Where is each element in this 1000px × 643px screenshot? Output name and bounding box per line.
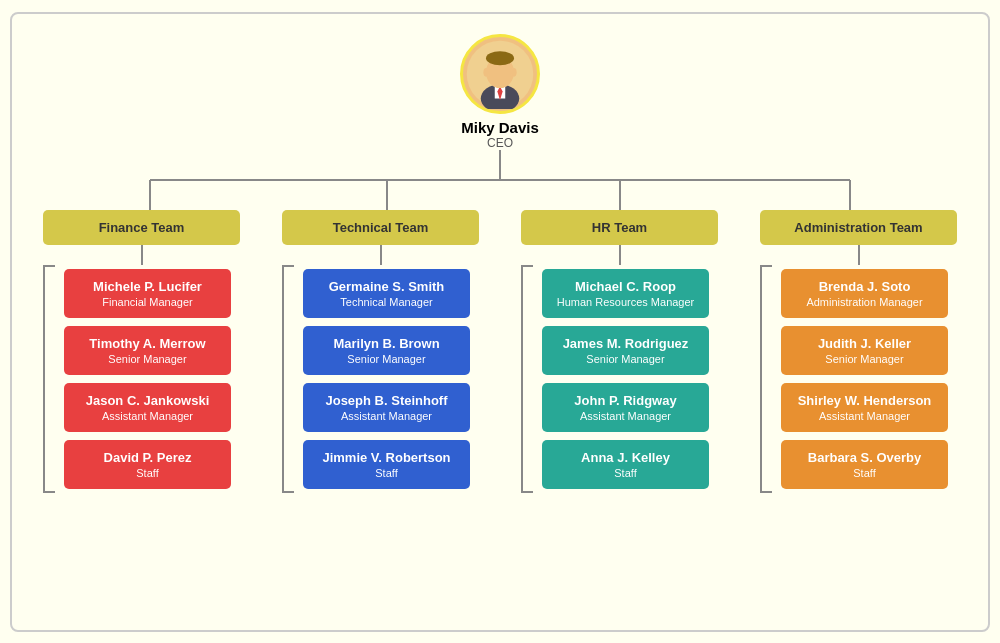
ceo-section: Miky Davis CEO: [460, 34, 540, 150]
teams-container: Finance Team Michele P. Lucifer Financia…: [22, 210, 978, 493]
team-administration: Administration Team Brenda J. Soto Admin…: [749, 210, 969, 493]
technical-member-4: Jimmie V. Robertson Staff: [303, 440, 470, 489]
admin-member-1: Brenda J. Soto Administration Manager: [781, 269, 948, 318]
admin-connector: [858, 245, 860, 265]
finance-member-2: Timothy A. Merrow Senior Manager: [64, 326, 231, 375]
hr-connector: [619, 245, 621, 265]
admin-member-3: Shirley W. Henderson Assistant Manager: [781, 383, 948, 432]
avatar: [460, 34, 540, 114]
hr-team-label: HR Team: [521, 210, 719, 245]
finance-team-label: Finance Team: [43, 210, 241, 245]
team-finance: Finance Team Michele P. Lucifer Financia…: [32, 210, 252, 493]
connector-svg: [30, 150, 970, 210]
ceo-title: CEO: [487, 136, 513, 150]
finance-member-4: David P. Perez Staff: [64, 440, 231, 489]
ceo-name: Miky Davis: [461, 119, 539, 136]
administration-team-label: Administration Team: [760, 210, 958, 245]
technical-member-1: Germaine S. Smith Technical Manager: [303, 269, 470, 318]
finance-member-1: Michele P. Lucifer Financial Manager: [64, 269, 231, 318]
hr-member-2: James M. Rodriguez Senior Manager: [542, 326, 709, 375]
svg-point-7: [483, 67, 488, 76]
finance-member-3: Jason C. Jankowski Assistant Manager: [64, 383, 231, 432]
hr-member-4: Anna J. Kelley Staff: [542, 440, 709, 489]
technical-connector: [380, 245, 382, 265]
technical-member-3: Joseph B. Steinhoff Assistant Manager: [303, 383, 470, 432]
admin-member-4: Barbara S. Overby Staff: [781, 440, 948, 489]
admin-member-2: Judith J. Keller Senior Manager: [781, 326, 948, 375]
svg-point-8: [511, 67, 516, 76]
hr-member-1: Michael C. Roop Human Resources Manager: [542, 269, 709, 318]
hr-member-3: John P. Ridgway Assistant Manager: [542, 383, 709, 432]
chart-body: Miky Davis CEO Finance Team: [22, 34, 978, 493]
technical-team-label: Technical Team: [282, 210, 480, 245]
org-chart: Miky Davis CEO Finance Team: [10, 12, 990, 632]
finance-connector: [141, 245, 143, 265]
team-technical: Technical Team Germaine S. Smith Technic…: [271, 210, 491, 493]
team-hr: HR Team Michael C. Roop Human Resources …: [510, 210, 730, 493]
svg-point-6: [486, 51, 514, 65]
technical-member-2: Marilyn B. Brown Senior Manager: [303, 326, 470, 375]
